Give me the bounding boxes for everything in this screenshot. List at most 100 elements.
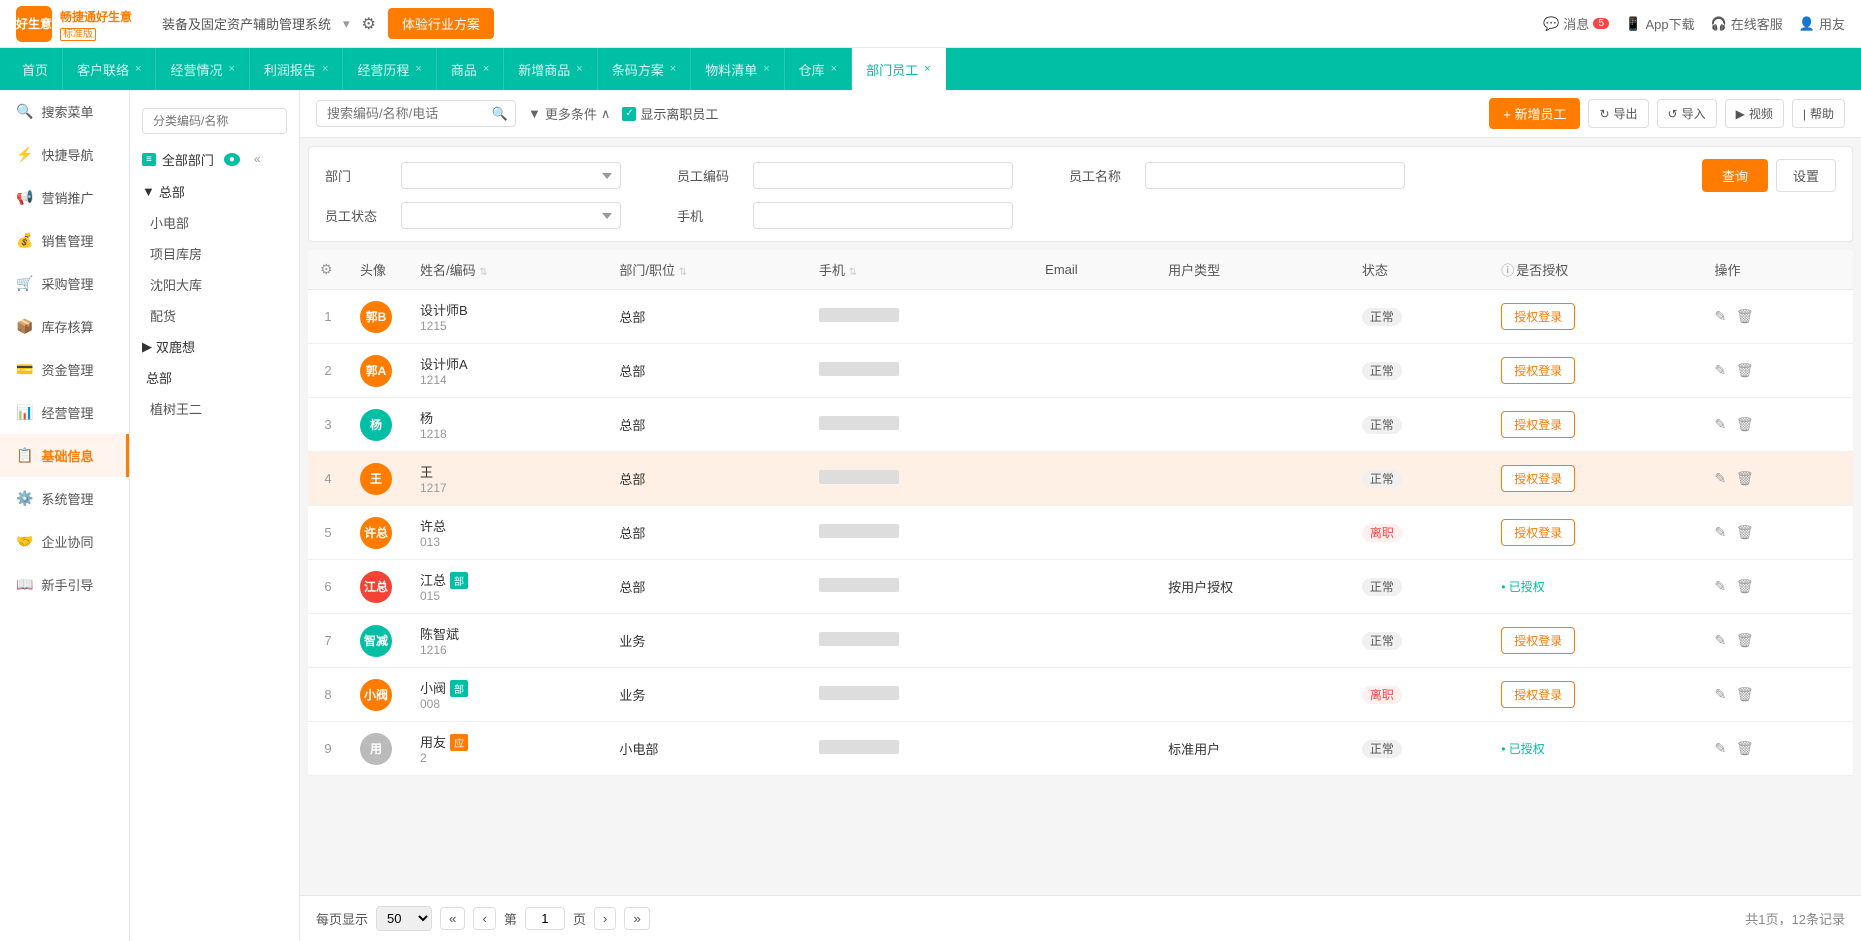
tab-history[interactable]: 经营历程 × [343,48,436,90]
dept-header-count-icon: ● [224,153,240,166]
tab-customer[interactable]: 客户联络 × [63,48,156,90]
export-button[interactable]: ↻ 导出 [1588,99,1648,128]
sidebar-item-sales[interactable]: 💰 销售管理 [0,219,129,262]
phone-blur [819,740,899,754]
show-inactive-toggle[interactable]: ✓ 显示离职员工 [622,104,718,123]
sidebar-item-search[interactable]: 🔍 搜索菜单 [0,90,129,133]
delete-btn[interactable]: 🗑 [1736,740,1754,756]
tab-operation[interactable]: 经营情况 × [156,48,249,90]
emp-code-input[interactable] [753,162,1013,189]
tab-department[interactable]: 部门员工 × [852,48,945,90]
dept-item-peihuo[interactable]: 配货 [130,300,299,331]
query-button[interactable]: 查询 [1702,159,1768,192]
online-service-btn[interactable]: 🎧 在线客服 [1711,14,1783,33]
edit-btn[interactable]: ✎ [1714,524,1726,540]
emp-name-input[interactable] [1145,162,1405,189]
edit-btn[interactable]: ✎ [1714,578,1726,594]
delete-btn[interactable]: 🗑 [1736,308,1754,324]
sidebar-item-collab[interactable]: 🤝 企业协同 [0,520,129,563]
search-input[interactable] [316,100,516,127]
tab-profit[interactable]: 利润报告 × [250,48,343,90]
authorize-btn[interactable]: 授权登录 [1501,519,1575,546]
dept-collapse-btn[interactable]: « [246,148,269,170]
next-page-btn[interactable]: › [594,907,616,930]
help-button[interactable]: | 帮助 [1792,99,1845,128]
tab-goods[interactable]: 商品 × [437,48,504,90]
table-settings-icon[interactable]: ⚙ [320,261,333,277]
delete-btn[interactable]: 🗑 [1736,362,1754,378]
edit-btn[interactable]: ✎ [1714,470,1726,486]
prev-page-btn[interactable]: ‹ [473,907,495,930]
dept-item-project[interactable]: 项目库房 [130,238,299,269]
emp-status-select[interactable] [401,202,621,229]
add-employee-button[interactable]: + 新增员工 [1489,98,1580,129]
delete-btn[interactable]: 🗑 [1736,470,1754,486]
settings-icon[interactable]: ⚙ [362,14,376,34]
edit-btn[interactable]: ✎ [1714,416,1726,432]
delete-btn[interactable]: 🗑 [1736,632,1754,648]
edit-btn[interactable]: ✎ [1714,632,1726,648]
delete-btn[interactable]: 🗑 [1736,578,1754,594]
sidebar-item-system[interactable]: ⚙️ 系统管理 [0,477,129,520]
dropdown-arrow[interactable]: ▾ [343,16,350,32]
sidebar-item-business[interactable]: 📊 经营管理 [0,391,129,434]
tab-bom[interactable]: 物料清单 × [691,48,784,90]
dept-header[interactable]: ≡ 全部部门 ● « [130,142,299,176]
dept-filter-select[interactable] [401,162,621,189]
authorize-btn[interactable]: 授权登录 [1501,681,1575,708]
authorize-btn[interactable]: 授权登录 [1501,357,1575,384]
authorize-btn[interactable]: 授权登录 [1501,627,1575,654]
phone-sort-icon[interactable]: ⇅ [848,267,856,278]
sidebar-item-purchase[interactable]: 🛒 采购管理 [0,262,129,305]
sidebar-item-basic[interactable]: 📋 基础信息 [0,434,129,477]
edit-btn[interactable]: ✎ [1714,686,1726,702]
delete-btn[interactable]: 🗑 [1736,686,1754,702]
search-submit-icon[interactable]: 🔍 [492,106,508,122]
collapse-arrow-right: ▶ [142,339,152,355]
page-number-input[interactable] [525,907,565,930]
dept-group-zongbu2[interactable]: 总部 [130,362,299,393]
dept-sort-icon[interactable]: ⇅ [679,267,687,278]
dept-item-shenyang[interactable]: 沈阳大库 [130,269,299,300]
view-button[interactable]: ▶ 视频 [1725,99,1784,128]
sidebar-item-marketing[interactable]: 📢 营销推广 [0,176,129,219]
cell-name: 杨 1218 [408,398,607,452]
phone-input[interactable] [753,202,1013,229]
sidebar-item-guide[interactable]: 📖 新手引导 [0,563,129,606]
app-download-btn[interactable]: 📱 App下载 [1625,14,1694,33]
sidebar-item-finance[interactable]: 💳 资金管理 [0,348,129,391]
tab-home[interactable]: 首页 [8,48,63,90]
dept-group-shuanglu[interactable]: ▶ 双鹿想 [130,331,299,362]
edit-btn[interactable]: ✎ [1714,362,1726,378]
dept-item-zhishu[interactable]: 植树王二 [130,393,299,424]
filter-btn[interactable]: ▼ 更多条件 ∧ [528,104,610,123]
tab-barcode[interactable]: 条码方案 × [598,48,691,90]
cell-avatar: 杨 [348,398,408,452]
first-page-btn[interactable]: « [440,907,465,930]
last-page-btn[interactable]: » [624,907,649,930]
sidebar-item-inventory[interactable]: 📦 库存核算 [0,305,129,348]
trial-button[interactable]: 体验行业方案 [388,8,494,39]
tab-add-goods[interactable]: 新增商品 × [504,48,597,90]
delete-btn[interactable]: 🗑 [1736,524,1754,540]
employee-code: 008 [420,697,595,711]
authorize-btn[interactable]: 授权登录 [1501,465,1575,492]
dept-group-zongbu[interactable]: ▼ 总部 [130,176,299,207]
filter-arrow: ∧ [601,106,611,122]
tab-warehouse[interactable]: 仓库 × [785,48,852,90]
authorize-btn[interactable]: 授权登录 [1501,303,1575,330]
authorize-btn[interactable]: 授权登录 [1501,411,1575,438]
dept-search-input[interactable] [142,108,287,134]
name-sort-icon[interactable]: ⇅ [479,267,487,278]
dept-item-xiaodian[interactable]: 小电部 [130,207,299,238]
delete-btn[interactable]: 🗑 [1736,416,1754,432]
edit-btn[interactable]: ✎ [1714,308,1726,324]
setting-button[interactable]: 设置 [1776,159,1836,192]
import-button[interactable]: ↺ 导入 [1657,99,1717,128]
show-inactive-checkbox[interactable]: ✓ [622,107,636,121]
page-size-select[interactable]: 50 100 200 [376,906,432,931]
user-area[interactable]: 👤 用友 [1799,14,1845,33]
message-btn[interactable]: 💬 消息 5 [1543,14,1609,33]
sidebar-item-quick-nav[interactable]: ⚡ 快捷导航 [0,133,129,176]
edit-btn[interactable]: ✎ [1714,740,1726,756]
